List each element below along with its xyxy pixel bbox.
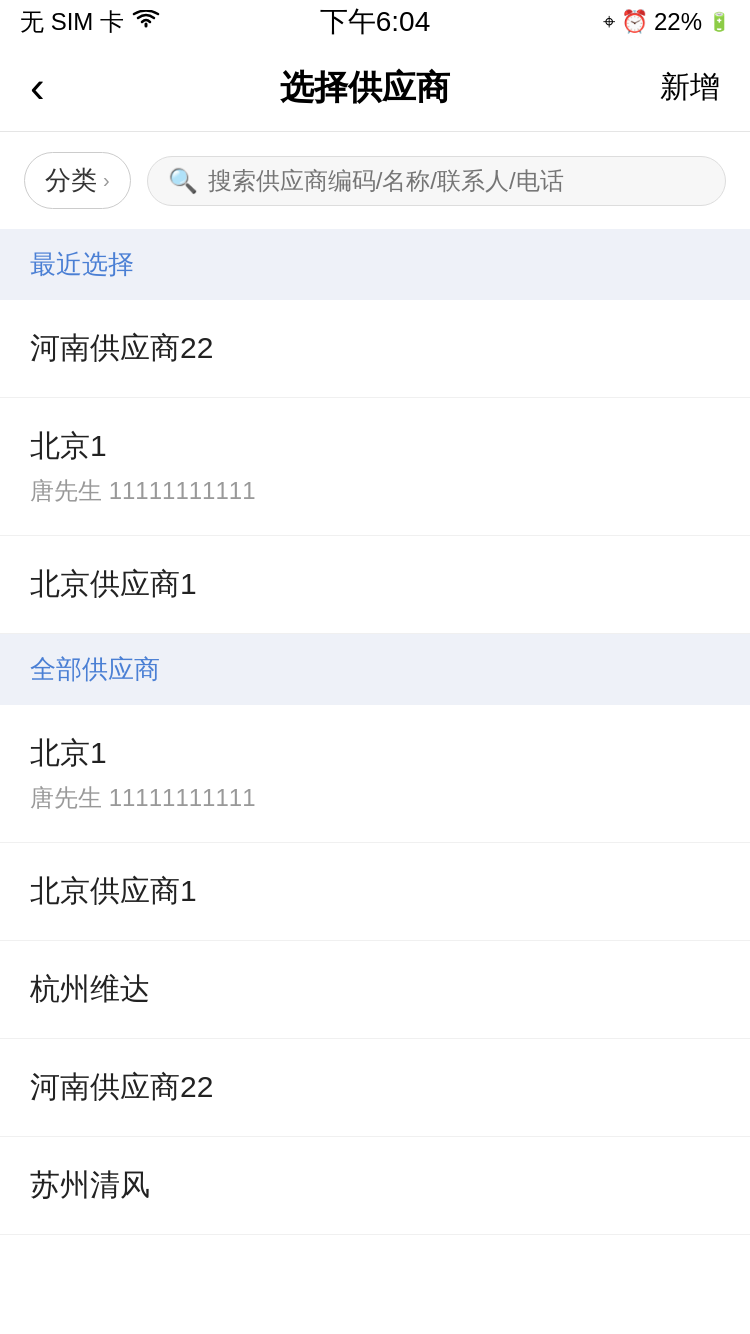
all-item-name: 北京供应商1 [30, 871, 720, 912]
status-bar: 无 SIM 卡 下午6:04 ⌖ ⏰ 22% 🔋 [0, 0, 750, 44]
all-item-name: 北京1 [30, 733, 720, 774]
battery-icon: 🔋 [708, 11, 730, 33]
recent-section-label: 最近选择 [30, 249, 134, 279]
recent-item-name: 北京供应商1 [30, 564, 720, 605]
all-item-name: 苏州清风 [30, 1165, 720, 1206]
recent-list-item[interactable]: 北京供应商1 [0, 536, 750, 634]
back-button[interactable]: ‹ [30, 65, 90, 111]
wifi-icon [132, 8, 160, 36]
all-list-item[interactable]: 北京供应商1 [0, 843, 750, 941]
status-right: ⌖ ⏰ 22% 🔋 [603, 8, 730, 36]
carrier-text: 无 SIM 卡 [20, 6, 124, 38]
add-button[interactable]: 新增 [640, 67, 720, 108]
recent-item-name: 河南供应商22 [30, 328, 720, 369]
filter-bar: 分类 › 🔍 [0, 132, 750, 229]
alarm-icon: ⏰ [621, 9, 648, 35]
location-icon: ⌖ [603, 9, 615, 35]
recent-section-header: 最近选择 [0, 229, 750, 300]
status-time: 下午6:04 [320, 3, 431, 41]
all-item-name: 杭州维达 [30, 969, 720, 1010]
search-icon: 🔍 [168, 167, 198, 195]
battery-text: 22% [654, 8, 702, 36]
all-list-item[interactable]: 北京1 唐先生 11111111111 [0, 705, 750, 843]
all-list-item[interactable]: 杭州维达 [0, 941, 750, 1039]
all-item-sub: 唐先生 11111111111 [30, 782, 720, 814]
category-button[interactable]: 分类 › [24, 152, 131, 209]
chevron-right-icon: › [103, 169, 110, 192]
status-left: 无 SIM 卡 [20, 6, 160, 38]
recent-items-list: 河南供应商22 北京1 唐先生 11111111111 北京供应商1 [0, 300, 750, 634]
nav-bar: ‹ 选择供应商 新增 [0, 44, 750, 132]
recent-list-item[interactable]: 北京1 唐先生 11111111111 [0, 398, 750, 536]
back-icon: ‹ [30, 62, 45, 111]
page-title: 选择供应商 [90, 65, 640, 111]
all-list-item[interactable]: 苏州清风 [0, 1137, 750, 1235]
all-section-label: 全部供应商 [30, 654, 160, 684]
all-section-header: 全部供应商 [0, 634, 750, 705]
all-items-list: 北京1 唐先生 11111111111 北京供应商1 杭州维达河南供应商22 苏州清风 [0, 705, 750, 1235]
recent-item-name: 北京1 [30, 426, 720, 467]
all-list-item[interactable]: 河南供应商22 [0, 1039, 750, 1137]
search-box: 🔍 [147, 156, 726, 206]
recent-list-item[interactable]: 河南供应商22 [0, 300, 750, 398]
category-label: 分类 [45, 163, 97, 198]
recent-item-sub: 唐先生 11111111111 [30, 475, 720, 507]
search-input[interactable] [208, 167, 705, 195]
all-item-name: 河南供应商22 [30, 1067, 720, 1108]
